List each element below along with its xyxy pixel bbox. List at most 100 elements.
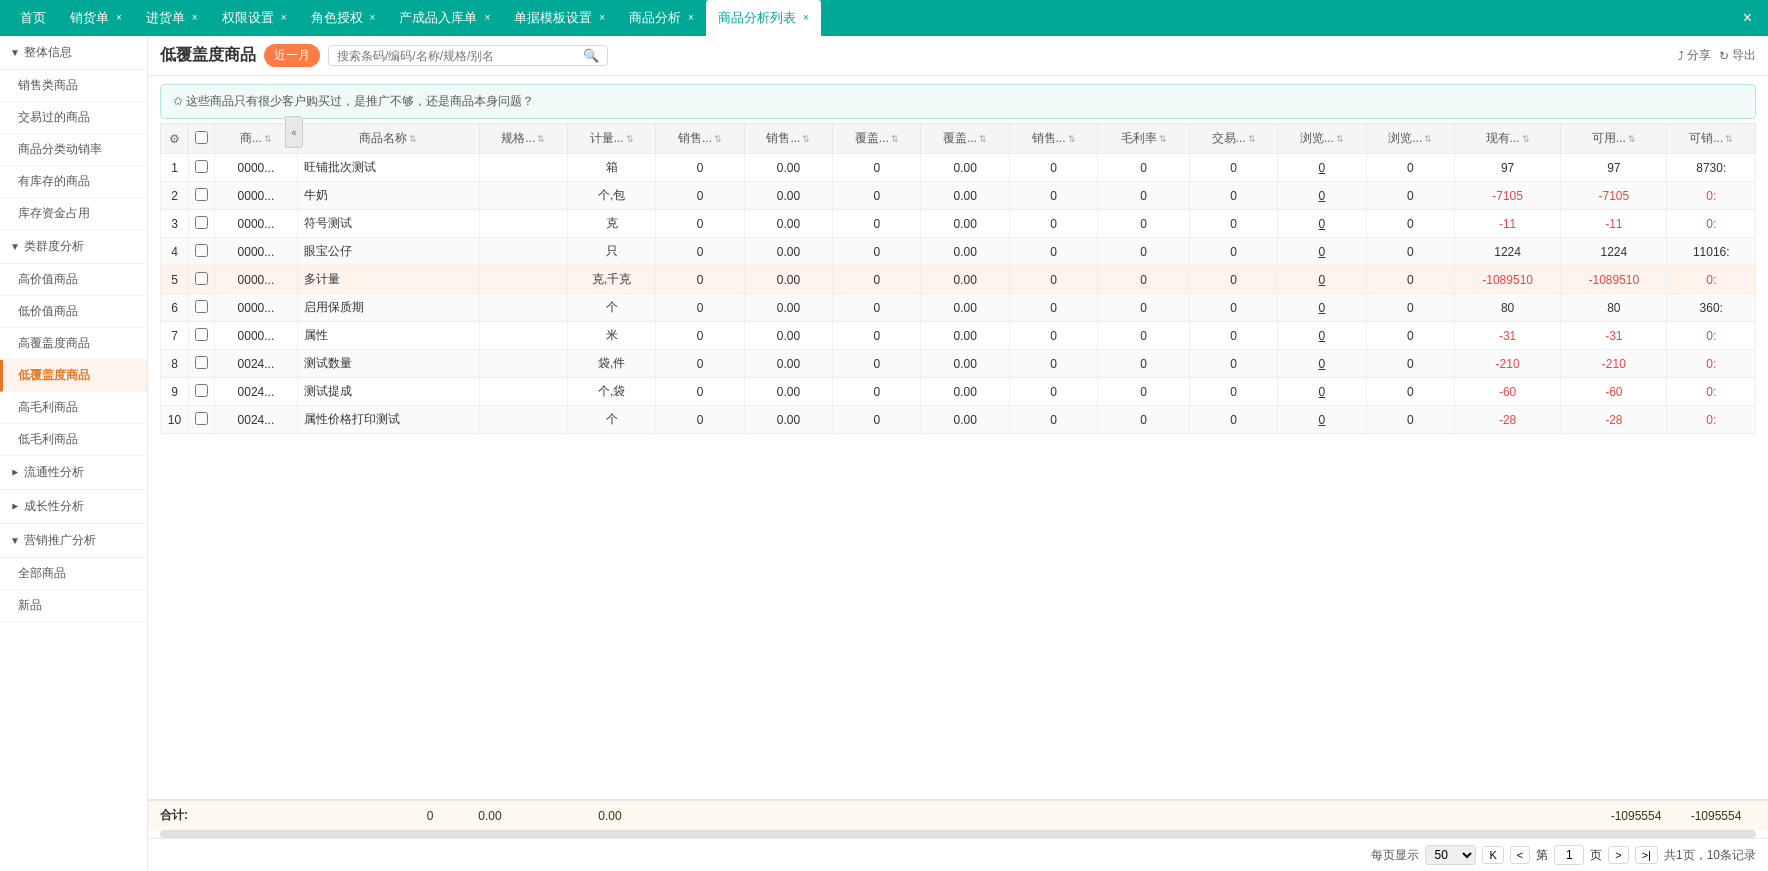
sidebar-item-category-rate[interactable]: 商品分类动销率: [0, 134, 147, 166]
col-cover1[interactable]: 覆盖...⇅: [833, 124, 921, 154]
sidebar-item-inventory-capital[interactable]: 库存资金占用: [0, 198, 147, 230]
col-trade[interactable]: 交易...⇅: [1189, 124, 1277, 154]
col-cover2[interactable]: 覆盖...⇅: [921, 124, 1009, 154]
window-close-button[interactable]: ×: [1735, 9, 1760, 27]
sidebar-item-low-margin[interactable]: 低毛利商品: [0, 424, 147, 456]
first-page-button[interactable]: K: [1482, 846, 1503, 864]
sidebar-section-cluster[interactable]: ▼ 类群度分析: [0, 230, 147, 264]
row-view1[interactable]: 0: [1278, 210, 1366, 238]
row-checkbox[interactable]: [195, 300, 208, 313]
row-num: 7: [161, 322, 189, 350]
sidebar-collapse-button[interactable]: «: [285, 116, 303, 148]
sidebar-item-stocked-products[interactable]: 有库存的商品: [0, 166, 147, 198]
sidebar-section-growth[interactable]: ▼ 成长性分析: [0, 490, 147, 524]
row-view1[interactable]: 0: [1278, 238, 1366, 266]
sidebar-item-low-value[interactable]: 低价值商品: [0, 296, 147, 328]
sidebar-item-all-products[interactable]: 全部商品: [0, 558, 147, 590]
row-sales-qty: 0: [656, 210, 744, 238]
sidebar-item-high-coverage[interactable]: 高覆盖度商品: [0, 328, 147, 360]
col-spec[interactable]: 规格...⇅: [479, 124, 567, 154]
row-view1[interactable]: 0: [1278, 266, 1366, 294]
row-checkbox[interactable]: [195, 272, 208, 285]
row-view1[interactable]: 0: [1278, 378, 1366, 406]
scrollbar[interactable]: [160, 830, 1756, 838]
sidebar-item-traded-products[interactable]: 交易过的商品: [0, 102, 147, 134]
col-name[interactable]: 商品名称⇅: [297, 124, 479, 154]
row-view1[interactable]: 0: [1278, 294, 1366, 322]
sidebar-section-circulation[interactable]: ▼ 流通性分析: [0, 456, 147, 490]
col-view2[interactable]: 浏览...⇅: [1366, 124, 1454, 154]
nav-close-template[interactable]: ×: [599, 0, 605, 36]
last-page-button[interactable]: >|: [1635, 846, 1658, 864]
nav-item-roles[interactable]: 角色授权 ×: [299, 0, 388, 36]
page-size-select[interactable]: 50 10 20 100: [1425, 845, 1476, 865]
row-checkbox-cell[interactable]: [189, 322, 215, 350]
row-view1[interactable]: 0: [1278, 154, 1366, 182]
col-stock2[interactable]: 可用...⇅: [1561, 124, 1667, 154]
row-checkbox[interactable]: [195, 328, 208, 341]
col-view1[interactable]: 浏览...⇅: [1278, 124, 1366, 154]
page-number-input[interactable]: [1554, 845, 1584, 865]
nav-item-product-analysis[interactable]: 商品分析 ×: [617, 0, 706, 36]
share-button[interactable]: ⤴ 分享: [1678, 47, 1711, 64]
select-all-checkbox[interactable]: [195, 131, 208, 144]
settings-icon[interactable]: ⚙: [169, 132, 180, 146]
col-unit[interactable]: 计量...⇅: [567, 124, 655, 154]
row-view1[interactable]: 0: [1278, 322, 1366, 350]
col-stock1[interactable]: 现有...⇅: [1455, 124, 1561, 154]
sidebar-item-high-margin[interactable]: 高毛利商品: [0, 392, 147, 424]
row-checkbox[interactable]: [195, 384, 208, 397]
row-checkbox-cell[interactable]: [189, 294, 215, 322]
row-checkbox-cell[interactable]: [189, 154, 215, 182]
col-sales-qty[interactable]: 销售...⇅: [656, 124, 744, 154]
sidebar-item-high-value[interactable]: 高价值商品: [0, 264, 147, 296]
nav-item-template[interactable]: 单据模板设置 ×: [502, 0, 617, 36]
sidebar-section-marketing[interactable]: ▼ 营销推广分析: [0, 524, 147, 558]
col-sellable[interactable]: 可销...⇅: [1667, 124, 1756, 154]
nav-close-purchase[interactable]: ×: [192, 0, 198, 36]
total-stock2: -1095554: [1676, 809, 1756, 823]
nav-item-sales[interactable]: 销货单 ×: [58, 0, 134, 36]
sidebar-section-overall[interactable]: ▼ 整体信息: [0, 36, 147, 70]
nav-close-product-analysis[interactable]: ×: [688, 0, 694, 36]
row-checkbox[interactable]: [195, 160, 208, 173]
nav-close-sales[interactable]: ×: [116, 0, 122, 36]
nav-item-purchase[interactable]: 进货单 ×: [134, 0, 210, 36]
next-page-button[interactable]: >: [1608, 846, 1628, 864]
row-view1[interactable]: 0: [1278, 406, 1366, 434]
row-view1[interactable]: 0: [1278, 350, 1366, 378]
prev-page-button[interactable]: <: [1510, 846, 1530, 864]
row-checkbox-cell[interactable]: [189, 378, 215, 406]
nav-item-product-warehouse[interactable]: 产成品入库单 ×: [387, 0, 502, 36]
row-checkbox[interactable]: [195, 412, 208, 425]
row-checkbox-cell[interactable]: [189, 406, 215, 434]
row-checkbox-cell[interactable]: [189, 210, 215, 238]
nav-close-permissions[interactable]: ×: [281, 0, 287, 36]
nav-close-product-analysis-list[interactable]: ×: [803, 0, 809, 36]
nav-item-home[interactable]: 首页: [8, 0, 58, 36]
filter-button[interactable]: 近一月: [264, 44, 320, 67]
sidebar-item-low-coverage[interactable]: 低覆盖度商品: [0, 360, 147, 392]
export-button[interactable]: ↻ 导出: [1719, 47, 1756, 64]
row-checkbox[interactable]: [195, 188, 208, 201]
row-checkbox-cell[interactable]: [189, 266, 215, 294]
row-view1[interactable]: 0: [1278, 182, 1366, 210]
row-checkbox-cell[interactable]: [189, 350, 215, 378]
col-sales-amt[interactable]: 销售...⇅: [744, 124, 832, 154]
col-settings[interactable]: ⚙: [161, 124, 189, 154]
sidebar-item-new-products[interactable]: 新品: [0, 590, 147, 622]
col-gross[interactable]: 毛利率⇅: [1098, 124, 1190, 154]
nav-item-product-analysis-list[interactable]: 商品分析列表 ×: [706, 0, 821, 36]
row-checkbox-cell[interactable]: [189, 238, 215, 266]
section-arrow-marketing: ▼: [10, 535, 20, 546]
nav-close-roles[interactable]: ×: [370, 0, 376, 36]
col-sales3[interactable]: 销售...⇅: [1009, 124, 1097, 154]
sidebar-item-sales-products[interactable]: 销售类商品: [0, 70, 147, 102]
nav-close-product-warehouse[interactable]: ×: [484, 0, 490, 36]
search-input[interactable]: [337, 49, 583, 63]
row-checkbox[interactable]: [195, 244, 208, 257]
row-checkbox-cell[interactable]: [189, 182, 215, 210]
nav-item-permissions[interactable]: 权限设置 ×: [210, 0, 299, 36]
row-checkbox[interactable]: [195, 216, 208, 229]
row-checkbox[interactable]: [195, 356, 208, 369]
